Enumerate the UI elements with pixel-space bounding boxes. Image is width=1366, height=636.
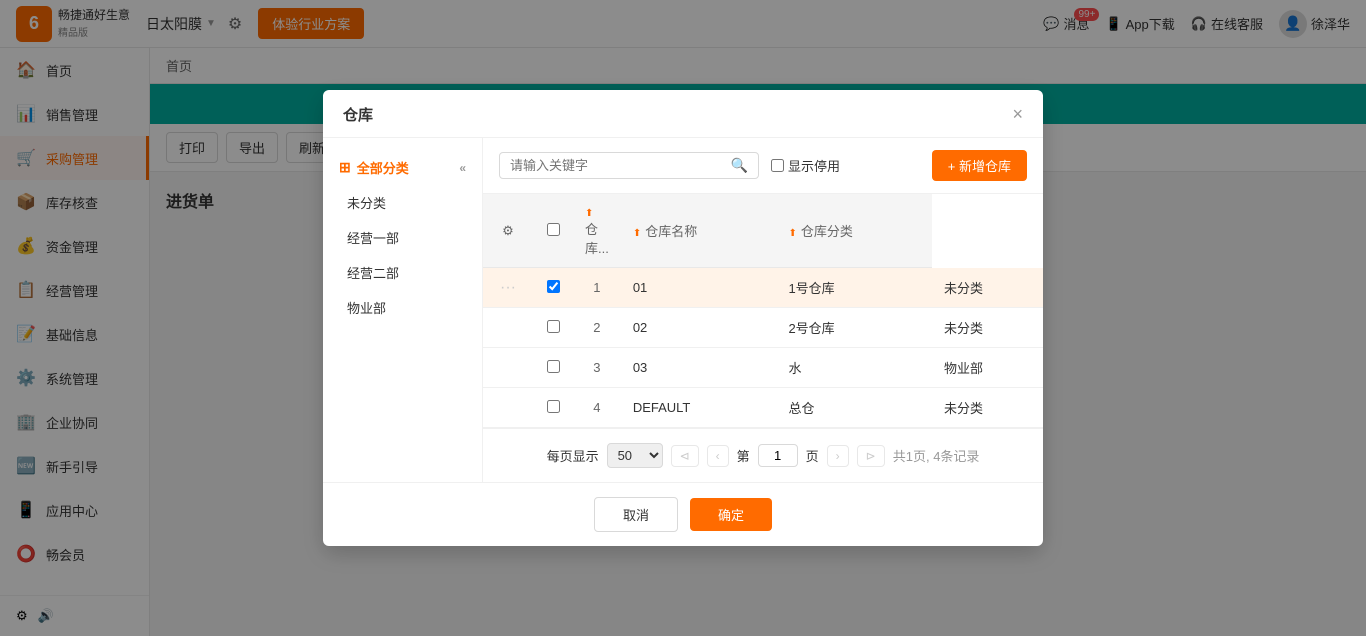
- row-name-1: 2号仓库: [776, 308, 932, 348]
- warehouse-modal: 仓库 × ⊞ 全部分类 « 未分类 经营一部 经营二部 物业部: [323, 90, 1043, 546]
- table-row[interactable]: ··· 1 01 1号仓库 未分类: [483, 268, 1043, 308]
- row-num-0: 1: [573, 268, 621, 308]
- row-settings-2[interactable]: [483, 348, 533, 388]
- row-settings-1[interactable]: [483, 308, 533, 348]
- col-header-name: ⬆仓库名称: [621, 194, 777, 268]
- collapse-btn[interactable]: «: [459, 161, 466, 175]
- row-checkbox-1[interactable]: [547, 320, 560, 333]
- table-row[interactable]: 2 02 2号仓库 未分类: [483, 308, 1043, 348]
- page-total-info: 共1页, 4条记录: [893, 446, 980, 465]
- row-code-2: 03: [621, 348, 777, 388]
- all-category-header[interactable]: ⊞ 全部分类 «: [323, 150, 482, 185]
- category-panel: ⊞ 全部分类 « 未分类 经营一部 经营二部 物业部: [323, 138, 483, 482]
- category-item-ops1[interactable]: 经营一部: [323, 220, 482, 255]
- row-category-3: 未分类: [932, 388, 1043, 428]
- row-code-0: 01: [621, 268, 777, 308]
- page-label: 第: [737, 446, 750, 465]
- select-all-checkbox[interactable]: [547, 223, 560, 236]
- row-settings-0[interactable]: ···: [483, 268, 533, 308]
- all-category-label: 全部分类: [357, 158, 409, 177]
- row-name-3: 总仓: [776, 388, 932, 428]
- row-dots-btn[interactable]: ···: [500, 279, 516, 296]
- modal-header: 仓库 ×: [323, 90, 1043, 138]
- page-number-input[interactable]: [758, 444, 798, 467]
- grid-icon: ⊞: [339, 159, 351, 176]
- row-check-1[interactable]: [533, 308, 573, 348]
- warehouse-table: ⚙ ⬆仓库... ⬆仓库名称: [483, 194, 1043, 428]
- cancel-button[interactable]: 取消: [594, 497, 678, 532]
- modal-close-button[interactable]: ×: [1012, 104, 1023, 125]
- row-num-2: 3: [573, 348, 621, 388]
- search-box: 🔍: [499, 152, 759, 179]
- row-checkbox-0[interactable]: [547, 280, 560, 293]
- row-checkbox-2[interactable]: [547, 360, 560, 373]
- page-first-button[interactable]: ⊲: [671, 445, 699, 467]
- table-panel: 🔍 显示停用 + 新增仓库 ⚙: [483, 138, 1043, 482]
- sort-icon-category: ⬆: [788, 228, 796, 239]
- row-name-0: 1号仓库: [776, 268, 932, 308]
- pagination: 每页显示 50 10 20 100 ⊲ ‹ 第 页 › ⊳ 共1页, 4条记录: [483, 428, 1043, 482]
- page-last-button[interactable]: ⊳: [857, 445, 885, 467]
- row-category-0: 未分类: [932, 268, 1043, 308]
- sort-icon-name: ⬆: [633, 228, 641, 239]
- table-toolbar: 🔍 显示停用 + 新增仓库: [483, 138, 1043, 194]
- row-code-1: 02: [621, 308, 777, 348]
- confirm-button[interactable]: 确定: [690, 498, 772, 531]
- show-disabled-label[interactable]: 显示停用: [771, 156, 840, 175]
- category-item-property[interactable]: 物业部: [323, 290, 482, 325]
- row-category-1: 未分类: [932, 308, 1043, 348]
- row-num-1: 2: [573, 308, 621, 348]
- row-name-2: 水: [776, 348, 932, 388]
- table-header-row: ⚙ ⬆仓库... ⬆仓库名称: [483, 194, 1043, 268]
- category-item-ops2[interactable]: 经营二部: [323, 255, 482, 290]
- page-next-button[interactable]: ›: [827, 445, 849, 467]
- modal-body: ⊞ 全部分类 « 未分类 经营一部 经营二部 物业部 🔍: [323, 138, 1043, 482]
- col-header-settings: ⚙: [483, 194, 533, 268]
- show-disabled-text: 显示停用: [788, 156, 840, 175]
- row-check-3[interactable]: [533, 388, 573, 428]
- modal-title: 仓库: [343, 104, 373, 125]
- col-header-check: [533, 194, 573, 268]
- sort-icon-code: ⬆: [585, 208, 593, 219]
- row-check-0[interactable]: [533, 268, 573, 308]
- show-disabled-checkbox[interactable]: [771, 159, 784, 172]
- row-category-2: 物业部: [932, 348, 1043, 388]
- col-header-code: ⬆仓库...: [573, 194, 621, 268]
- row-code-3: DEFAULT: [621, 388, 777, 428]
- category-item-unclassified[interactable]: 未分类: [323, 185, 482, 220]
- page-size-label: 每页显示: [547, 446, 599, 465]
- page-size-select[interactable]: 50 10 20 100: [607, 443, 663, 468]
- add-warehouse-button[interactable]: + 新增仓库: [932, 150, 1027, 181]
- search-icon[interactable]: 🔍: [731, 157, 748, 174]
- row-checkbox-3[interactable]: [547, 400, 560, 413]
- page-prev-button[interactable]: ‹: [707, 445, 729, 467]
- search-input[interactable]: [510, 158, 731, 173]
- row-settings-3[interactable]: [483, 388, 533, 428]
- modal-footer: 取消 确定: [323, 482, 1043, 546]
- warehouse-table-wrapper: ⚙ ⬆仓库... ⬆仓库名称: [483, 194, 1043, 428]
- row-check-2[interactable]: [533, 348, 573, 388]
- table-row[interactable]: 4 DEFAULT 总仓 未分类: [483, 388, 1043, 428]
- col-header-category: ⬆仓库分类: [776, 194, 932, 268]
- page-unit: 页: [806, 446, 819, 465]
- modal-overlay[interactable]: 仓库 × ⊞ 全部分类 « 未分类 经营一部 经营二部 物业部: [0, 0, 1366, 636]
- row-num-3: 4: [573, 388, 621, 428]
- table-row[interactable]: 3 03 水 物业部: [483, 348, 1043, 388]
